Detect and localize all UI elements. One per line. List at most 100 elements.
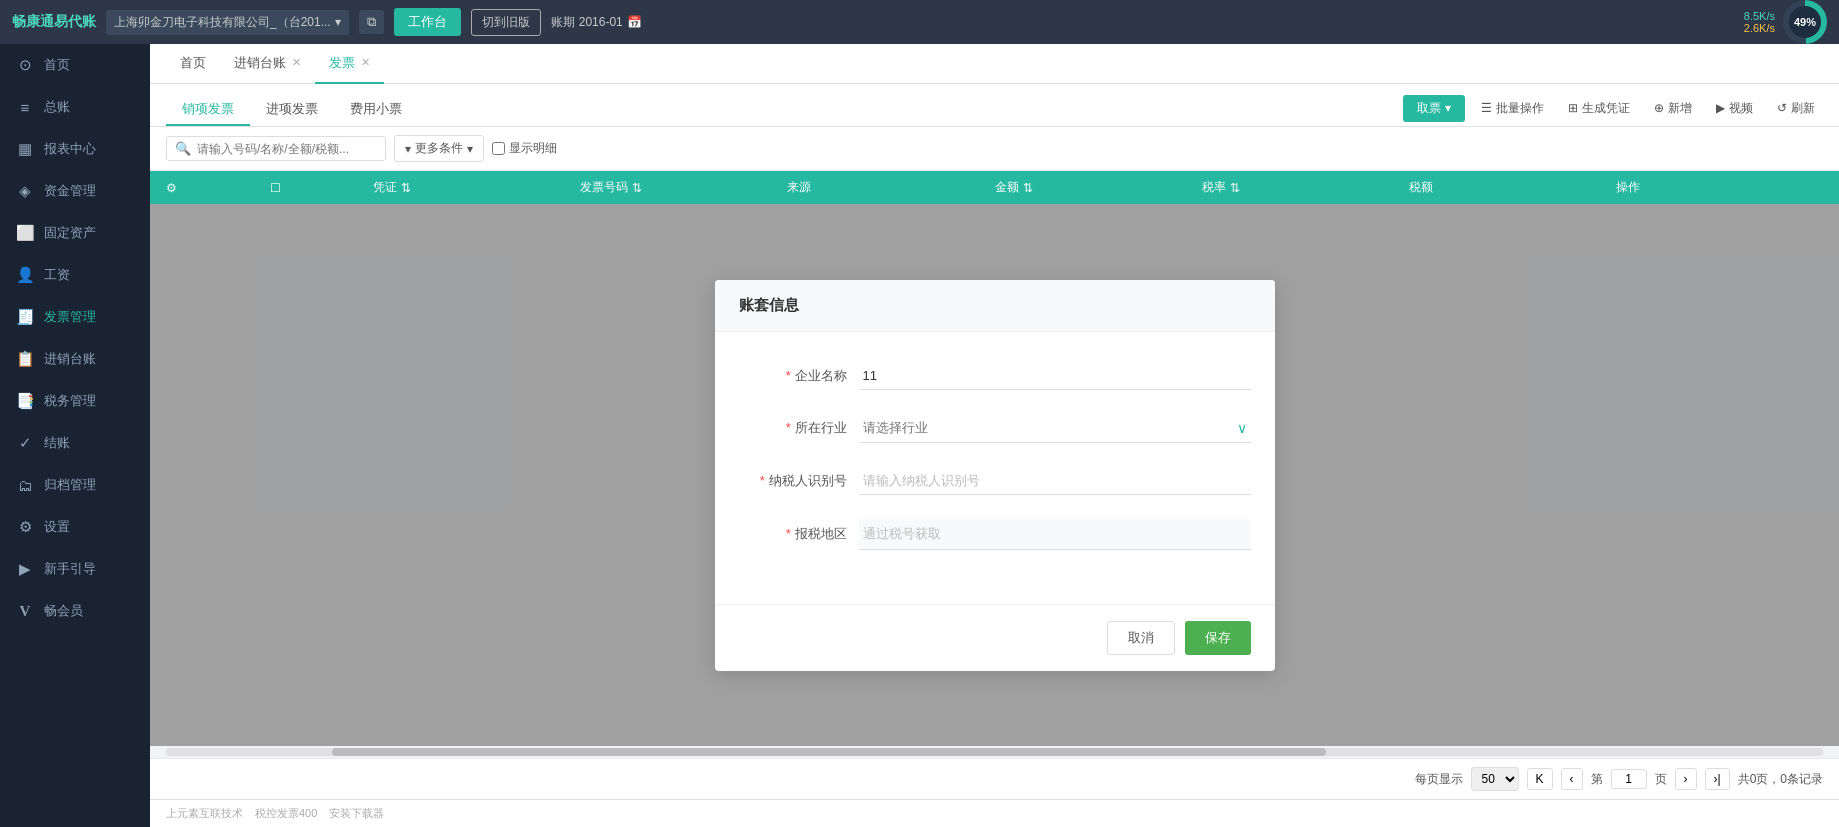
industry-select[interactable]: ∨: [859, 414, 1251, 443]
inner-tab-purchase-invoice[interactable]: 进项发票: [250, 94, 334, 126]
company-name-label-text: 企业名称: [795, 368, 847, 383]
required-mark: *: [786, 420, 791, 435]
sidebar-item-settings[interactable]: ⚙ 设置: [0, 506, 150, 548]
search-box[interactable]: 🔍: [166, 136, 386, 161]
copy-icon-button[interactable]: ⧉: [359, 10, 384, 34]
inner-tab-purchase-label: 进项发票: [266, 101, 318, 116]
first-page-button[interactable]: K: [1527, 768, 1553, 790]
sidebar-item-label: 税务管理: [44, 392, 96, 410]
company-selector[interactable]: 上海卯金刀电子科技有限公司_（台201... ▾: [106, 10, 349, 35]
sidebar-item-archive[interactable]: 🗂 归档管理: [0, 464, 150, 506]
next-page-button[interactable]: ›: [1675, 768, 1697, 790]
tax-id-label: * 纳税人识别号: [739, 472, 859, 490]
source-header: 来源: [787, 179, 811, 196]
search-input[interactable]: [197, 142, 377, 156]
new-add-button[interactable]: ⊕ 新增: [1646, 95, 1700, 122]
assets-icon: ⬜: [16, 224, 34, 242]
inner-tab-expense[interactable]: 费用小票: [334, 94, 418, 126]
table-header: ⚙ ☐ 凭证 ⇅ 发票号码 ⇅ 来源 金额 ⇅ 税率: [150, 171, 1839, 204]
filter-label: 更多条件: [415, 140, 463, 157]
page-number-input[interactable]: [1611, 769, 1647, 789]
video-button[interactable]: ▶ 视频: [1708, 95, 1761, 122]
cancel-button[interactable]: 取消: [1107, 621, 1175, 655]
save-button[interactable]: 保存: [1185, 621, 1251, 655]
table-col-action: 操作: [1616, 179, 1823, 196]
table-col-tax-amount: 税额: [1409, 179, 1616, 196]
sidebar: ⊙ 首页 ≡ 总账 ▦ 报表中心 ◈ 资金管理 ⬜ 固定资产 👤 工资: [0, 44, 150, 827]
tab-sales[interactable]: 进销台账 ✕: [220, 44, 315, 84]
app-shell: 畅康通易代账 上海卯金刀电子科技有限公司_（台201... ▾ ⧉ 工作台 切到…: [0, 0, 1839, 827]
refresh-button[interactable]: ↺ 刷新: [1769, 95, 1823, 122]
network-info: 8.5K/s 2.6K/s: [1744, 10, 1775, 34]
sidebar-item-close[interactable]: ✓ 结账: [0, 422, 150, 464]
sidebar-item-label: 资金管理: [44, 182, 96, 200]
table-col-amount: 金额 ⇅: [995, 179, 1202, 196]
show-detail-label: 显示明细: [509, 140, 557, 157]
required-mark: *: [786, 526, 791, 541]
page-word2: 页: [1655, 771, 1667, 788]
settings-icon: ⚙: [16, 518, 34, 536]
sidebar-item-label: 工资: [44, 266, 70, 284]
app-logo: 畅康通易代账: [12, 13, 96, 31]
table-col-invoice-no: 发票号码 ⇅: [580, 179, 787, 196]
sidebar-item-guide[interactable]: ▶ 新手引导: [0, 548, 150, 590]
modal-footer: 取消 保存: [715, 604, 1275, 671]
upload-speed: 8.5K/s: [1744, 10, 1775, 22]
percent-circle: 49%: [1783, 0, 1827, 44]
calendar-icon[interactable]: 📅: [627, 15, 642, 29]
scrollbar-thumb[interactable]: [332, 748, 1326, 756]
get-ticket-label: 取票: [1417, 100, 1441, 117]
horizontal-scrollbar[interactable]: [150, 746, 1839, 758]
tab-invoice-close[interactable]: ✕: [361, 56, 370, 69]
per-page-select[interactable]: 50: [1471, 767, 1519, 791]
search-toolbar: 🔍 ▾ 更多条件 ▾ 显示明细: [150, 127, 1839, 171]
prev-page-button[interactable]: ‹: [1561, 768, 1583, 790]
sidebar-item-ledger[interactable]: ≡ 总账: [0, 86, 150, 128]
show-detail-input[interactable]: [492, 142, 505, 155]
company-name-input[interactable]: [859, 362, 1251, 390]
sidebar-item-vip[interactable]: V 畅会员: [0, 590, 150, 632]
tab-home[interactable]: 首页: [166, 44, 220, 84]
switch-old-button[interactable]: 切到旧版: [471, 9, 541, 36]
sidebar-item-tax[interactable]: 📑 税务管理: [0, 380, 150, 422]
sidebar-item-invoice[interactable]: 🧾 发票管理: [0, 296, 150, 338]
table-col-voucher: 凭证 ⇅: [373, 179, 580, 196]
sales-icon: 📋: [16, 350, 34, 368]
show-detail-checkbox[interactable]: 显示明细: [492, 140, 557, 157]
sidebar-item-home[interactable]: ⊙ 首页: [0, 44, 150, 86]
sidebar-item-assets[interactable]: ⬜ 固定资产: [0, 212, 150, 254]
more-filter-button[interactable]: ▾ 更多条件 ▾: [394, 135, 484, 162]
sidebar-item-payroll[interactable]: 👤 工资: [0, 254, 150, 296]
get-ticket-button[interactable]: 取票 ▾: [1403, 95, 1465, 122]
sidebar-item-sales[interactable]: 📋 进销台账: [0, 338, 150, 380]
company-arrow-icon: ▾: [335, 15, 341, 29]
industry-input[interactable]: [863, 420, 1237, 435]
period-value: 2016-01: [579, 15, 623, 29]
inner-tabs: 销项发票 进项发票 费用小票 取票 ▾ ☰ 批量操作: [150, 84, 1839, 127]
tax-region-row: * 报税地区 通过税号获取: [739, 519, 1251, 550]
sidebar-item-funds[interactable]: ◈ 资金管理: [0, 170, 150, 212]
batch-op-button[interactable]: ☰ 批量操作: [1473, 95, 1552, 122]
video-label: 视频: [1729, 100, 1753, 117]
sidebar-item-reports[interactable]: ▦ 报表中心: [0, 128, 150, 170]
tax-id-input[interactable]: [859, 467, 1251, 495]
tab-invoice[interactable]: 发票 ✕: [315, 44, 384, 84]
generate-voucher-button[interactable]: ⊞ 生成凭证: [1560, 95, 1638, 122]
reports-icon: ▦: [16, 140, 34, 158]
workbench-button[interactable]: 工作台: [394, 8, 461, 36]
sort-icon: ⇅: [632, 181, 642, 195]
funds-icon: ◈: [16, 182, 34, 200]
inner-tab-sales-invoice[interactable]: 销项发票: [166, 94, 250, 126]
tax-id-row: * 纳税人识别号: [739, 467, 1251, 495]
inner-tab-right: 取票 ▾ ☰ 批量操作 ⊞ 生成凭证 ⊕ 新增: [1403, 94, 1823, 126]
voucher-icon: ⊞: [1568, 101, 1578, 115]
tab-sales-close[interactable]: ✕: [292, 56, 301, 69]
bottom-text-2: 税控发票400: [255, 806, 317, 821]
modal-title: 账套信息: [739, 296, 799, 313]
sidebar-item-label: 发票管理: [44, 308, 96, 326]
invoice-icon: 🧾: [16, 308, 34, 326]
sidebar-item-label: 首页: [44, 56, 70, 74]
last-page-button[interactable]: ›|: [1705, 768, 1730, 790]
close-account-icon: ✓: [16, 434, 34, 452]
period-label: 账期: [551, 14, 575, 31]
